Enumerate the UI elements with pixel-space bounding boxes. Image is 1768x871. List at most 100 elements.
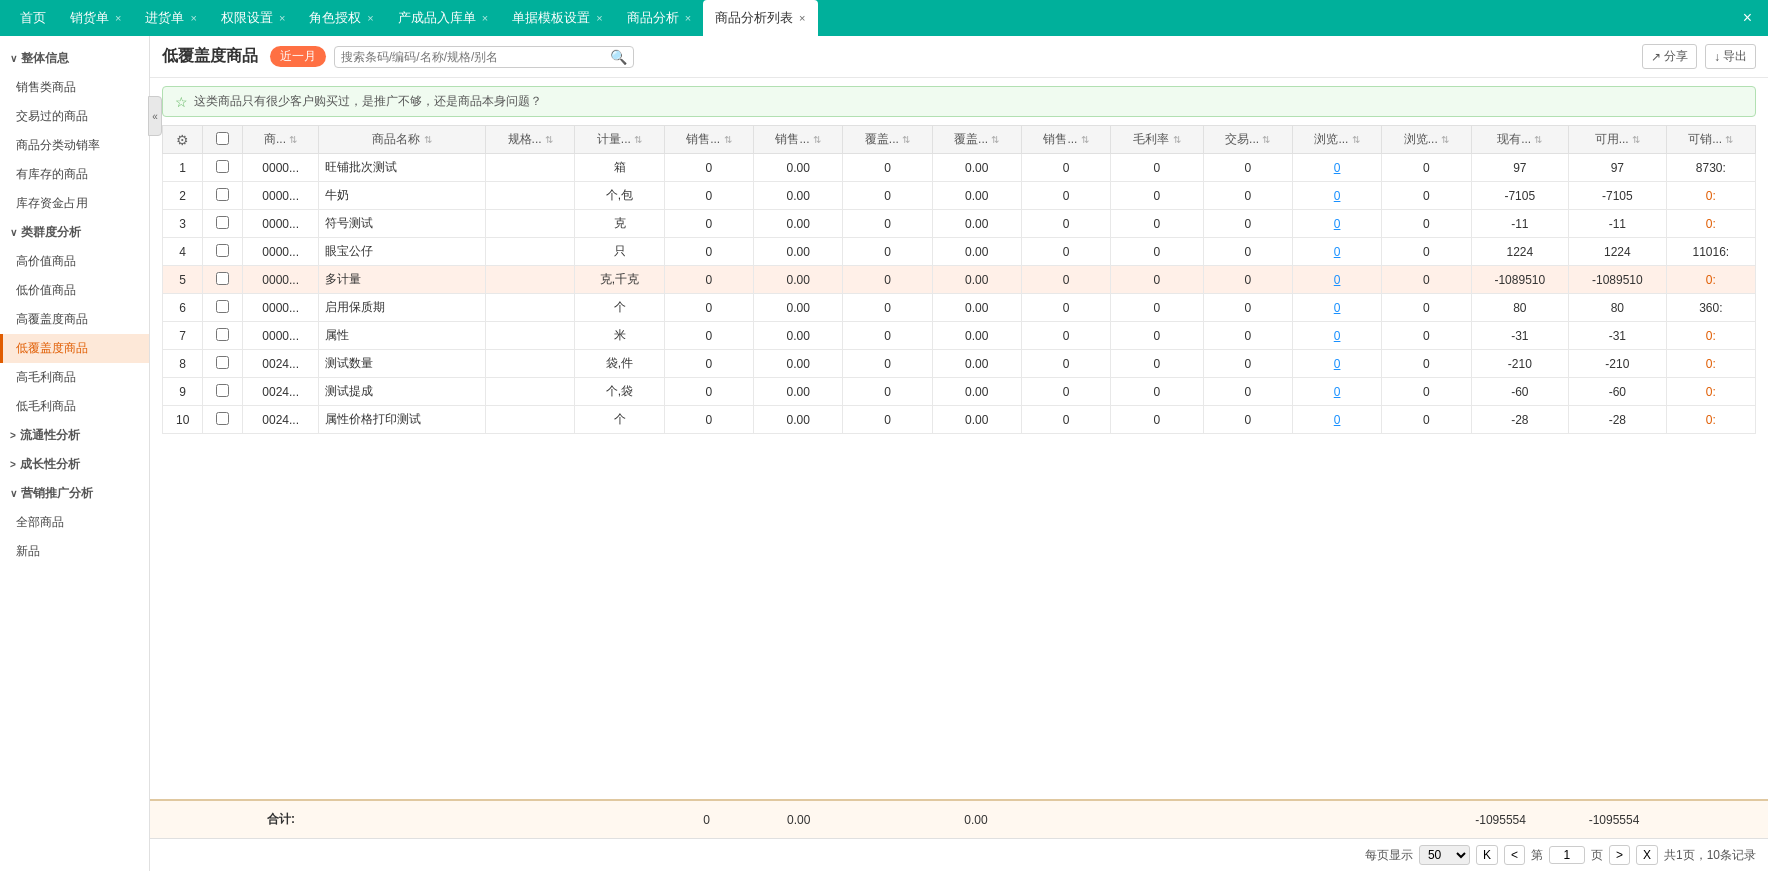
- row-select-checkbox[interactable]: [216, 328, 229, 341]
- row-browse2: 0: [1382, 378, 1471, 406]
- first-page-button[interactable]: K: [1476, 845, 1498, 865]
- nav-permission-settings[interactable]: 权限设置 ×: [209, 0, 297, 36]
- sidebar-item-category-sales-rate[interactable]: 商品分类动销率: [0, 131, 149, 160]
- row-cov1: 0: [843, 182, 932, 210]
- export-button[interactable]: ↓ 导出: [1705, 44, 1756, 69]
- row-cov2: 0.00: [932, 266, 1021, 294]
- close-icon[interactable]: ×: [367, 12, 373, 24]
- sidebar-item-new-products[interactable]: 新品: [0, 537, 149, 566]
- row-select-checkbox[interactable]: [216, 160, 229, 173]
- next-page-button[interactable]: >: [1609, 845, 1630, 865]
- nav-product-analysis[interactable]: 商品分析 ×: [615, 0, 703, 36]
- col-coverage2[interactable]: 覆盖... ⇅: [932, 126, 1021, 154]
- close-icon[interactable]: ×: [596, 12, 602, 24]
- sort-icon: ⇅: [634, 134, 642, 145]
- row-browse1[interactable]: 0: [1292, 378, 1381, 406]
- row-checkbox: [203, 322, 243, 350]
- sidebar-section-marketing[interactable]: ∨ 营销推广分析: [0, 479, 149, 508]
- row-browse1[interactable]: 0: [1292, 350, 1381, 378]
- close-icon[interactable]: ×: [799, 12, 805, 24]
- row-browse1[interactable]: 0: [1292, 238, 1381, 266]
- close-icon[interactable]: ×: [190, 12, 196, 24]
- row-browse1[interactable]: 0: [1292, 266, 1381, 294]
- page-size-select[interactable]: 50 20 100 200: [1419, 845, 1470, 865]
- col-browse2[interactable]: 浏览... ⇅: [1382, 126, 1471, 154]
- row-select-checkbox[interactable]: [216, 300, 229, 313]
- last-page-button[interactable]: X: [1636, 845, 1658, 865]
- col-settings[interactable]: ⚙: [163, 126, 203, 154]
- row-name: 属性: [319, 322, 486, 350]
- col-name[interactable]: 商品名称 ⇅: [319, 126, 486, 154]
- info-banner: ☆ 这类商品只有很少客户购买过，是推广不够，还是商品本身问题？: [162, 86, 1756, 117]
- share-button[interactable]: ↗ 分享: [1642, 44, 1697, 69]
- row-browse1[interactable]: 0: [1292, 294, 1381, 322]
- sidebar-item-low-coverage[interactable]: 低覆盖度商品: [0, 334, 149, 363]
- col-sales-amt[interactable]: 销售... ⇅: [754, 126, 843, 154]
- nav-product-analysis-list[interactable]: 商品分析列表 ×: [703, 0, 817, 36]
- sort-icon: ⇅: [1534, 134, 1542, 145]
- sidebar-item-low-margin[interactable]: 低毛利商品: [0, 392, 149, 421]
- col-spec[interactable]: 规格... ⇅: [486, 126, 575, 154]
- nav-home[interactable]: 首页: [8, 0, 58, 36]
- col-current[interactable]: 现有... ⇅: [1471, 126, 1569, 154]
- col-saleable[interactable]: 可销... ⇅: [1666, 126, 1755, 154]
- search-input[interactable]: [341, 50, 610, 64]
- sidebar-collapse-button[interactable]: «: [148, 96, 150, 136]
- row-browse1[interactable]: 0: [1292, 154, 1381, 182]
- row-sales-amt: 0.00: [754, 210, 843, 238]
- nav-purchase-order[interactable]: 进货单 ×: [133, 0, 208, 36]
- col-coverage1[interactable]: 覆盖... ⇅: [843, 126, 932, 154]
- sidebar-item-sales-products[interactable]: 销售类商品: [0, 73, 149, 102]
- col-trans[interactable]: 交易... ⇅: [1203, 126, 1292, 154]
- row-saleable: 0:: [1666, 266, 1755, 294]
- row-select-checkbox[interactable]: [216, 356, 229, 369]
- row-browse1[interactable]: 0: [1292, 406, 1381, 434]
- sidebar-item-stock-capital[interactable]: 库存资金占用: [0, 189, 149, 218]
- col-code[interactable]: 商... ⇅: [243, 126, 319, 154]
- row-select-checkbox[interactable]: [216, 244, 229, 257]
- col-unit[interactable]: 计量... ⇅: [575, 126, 664, 154]
- page-number-input[interactable]: [1549, 846, 1585, 864]
- col-browse1[interactable]: 浏览... ⇅: [1292, 126, 1381, 154]
- sidebar-section-cluster[interactable]: ∨ 类群度分析: [0, 218, 149, 247]
- close-icon[interactable]: ×: [115, 12, 121, 24]
- sidebar-item-low-value[interactable]: 低价值商品: [0, 276, 149, 305]
- col-sales-cnt[interactable]: 销售... ⇅: [1021, 126, 1110, 154]
- row-gross-rate: 0: [1111, 378, 1203, 406]
- row-available: -60: [1569, 378, 1667, 406]
- sidebar-item-stock-products[interactable]: 有库存的商品: [0, 160, 149, 189]
- sidebar-section-liquidity[interactable]: > 流通性分析: [0, 421, 149, 450]
- col-gross-rate[interactable]: 毛利率 ⇅: [1111, 126, 1203, 154]
- window-close-button[interactable]: ×: [1735, 9, 1760, 27]
- prev-page-button[interactable]: <: [1504, 845, 1525, 865]
- row-browse1[interactable]: 0: [1292, 322, 1381, 350]
- sidebar-item-high-value[interactable]: 高价值商品: [0, 247, 149, 276]
- close-icon[interactable]: ×: [279, 12, 285, 24]
- sidebar-item-all-products[interactable]: 全部商品: [0, 508, 149, 537]
- row-select-checkbox[interactable]: [216, 412, 229, 425]
- sidebar-section-growth[interactable]: > 成长性分析: [0, 450, 149, 479]
- col-available[interactable]: 可用... ⇅: [1569, 126, 1667, 154]
- select-all-checkbox[interactable]: [216, 132, 229, 145]
- row-checkbox: [203, 266, 243, 294]
- sidebar-item-traded-products[interactable]: 交易过的商品: [0, 102, 149, 131]
- row-select-checkbox[interactable]: [216, 188, 229, 201]
- settings-icon[interactable]: ⚙: [176, 132, 189, 148]
- row-browse1[interactable]: 0: [1292, 210, 1381, 238]
- row-browse1[interactable]: 0: [1292, 182, 1381, 210]
- sidebar-item-high-margin[interactable]: 高毛利商品: [0, 363, 149, 392]
- nav-production-inbound[interactable]: 产成品入库单 ×: [386, 0, 500, 36]
- close-icon[interactable]: ×: [685, 12, 691, 24]
- close-icon[interactable]: ×: [482, 12, 488, 24]
- nav-role-auth[interactable]: 角色授权 ×: [297, 0, 385, 36]
- col-sales-qty[interactable]: 销售... ⇅: [664, 126, 753, 154]
- row-select-checkbox[interactable]: [216, 272, 229, 285]
- row-select-checkbox[interactable]: [216, 216, 229, 229]
- sidebar-section-overall[interactable]: ∨ 整体信息: [0, 44, 149, 73]
- nav-sales-order[interactable]: 销货单 ×: [58, 0, 133, 36]
- time-tag-button[interactable]: 近一月: [270, 46, 326, 67]
- nav-template-settings[interactable]: 单据模板设置 ×: [500, 0, 614, 36]
- row-sales-cnt: 0: [1021, 350, 1110, 378]
- row-select-checkbox[interactable]: [216, 384, 229, 397]
- sidebar-item-high-coverage[interactable]: 高覆盖度商品: [0, 305, 149, 334]
